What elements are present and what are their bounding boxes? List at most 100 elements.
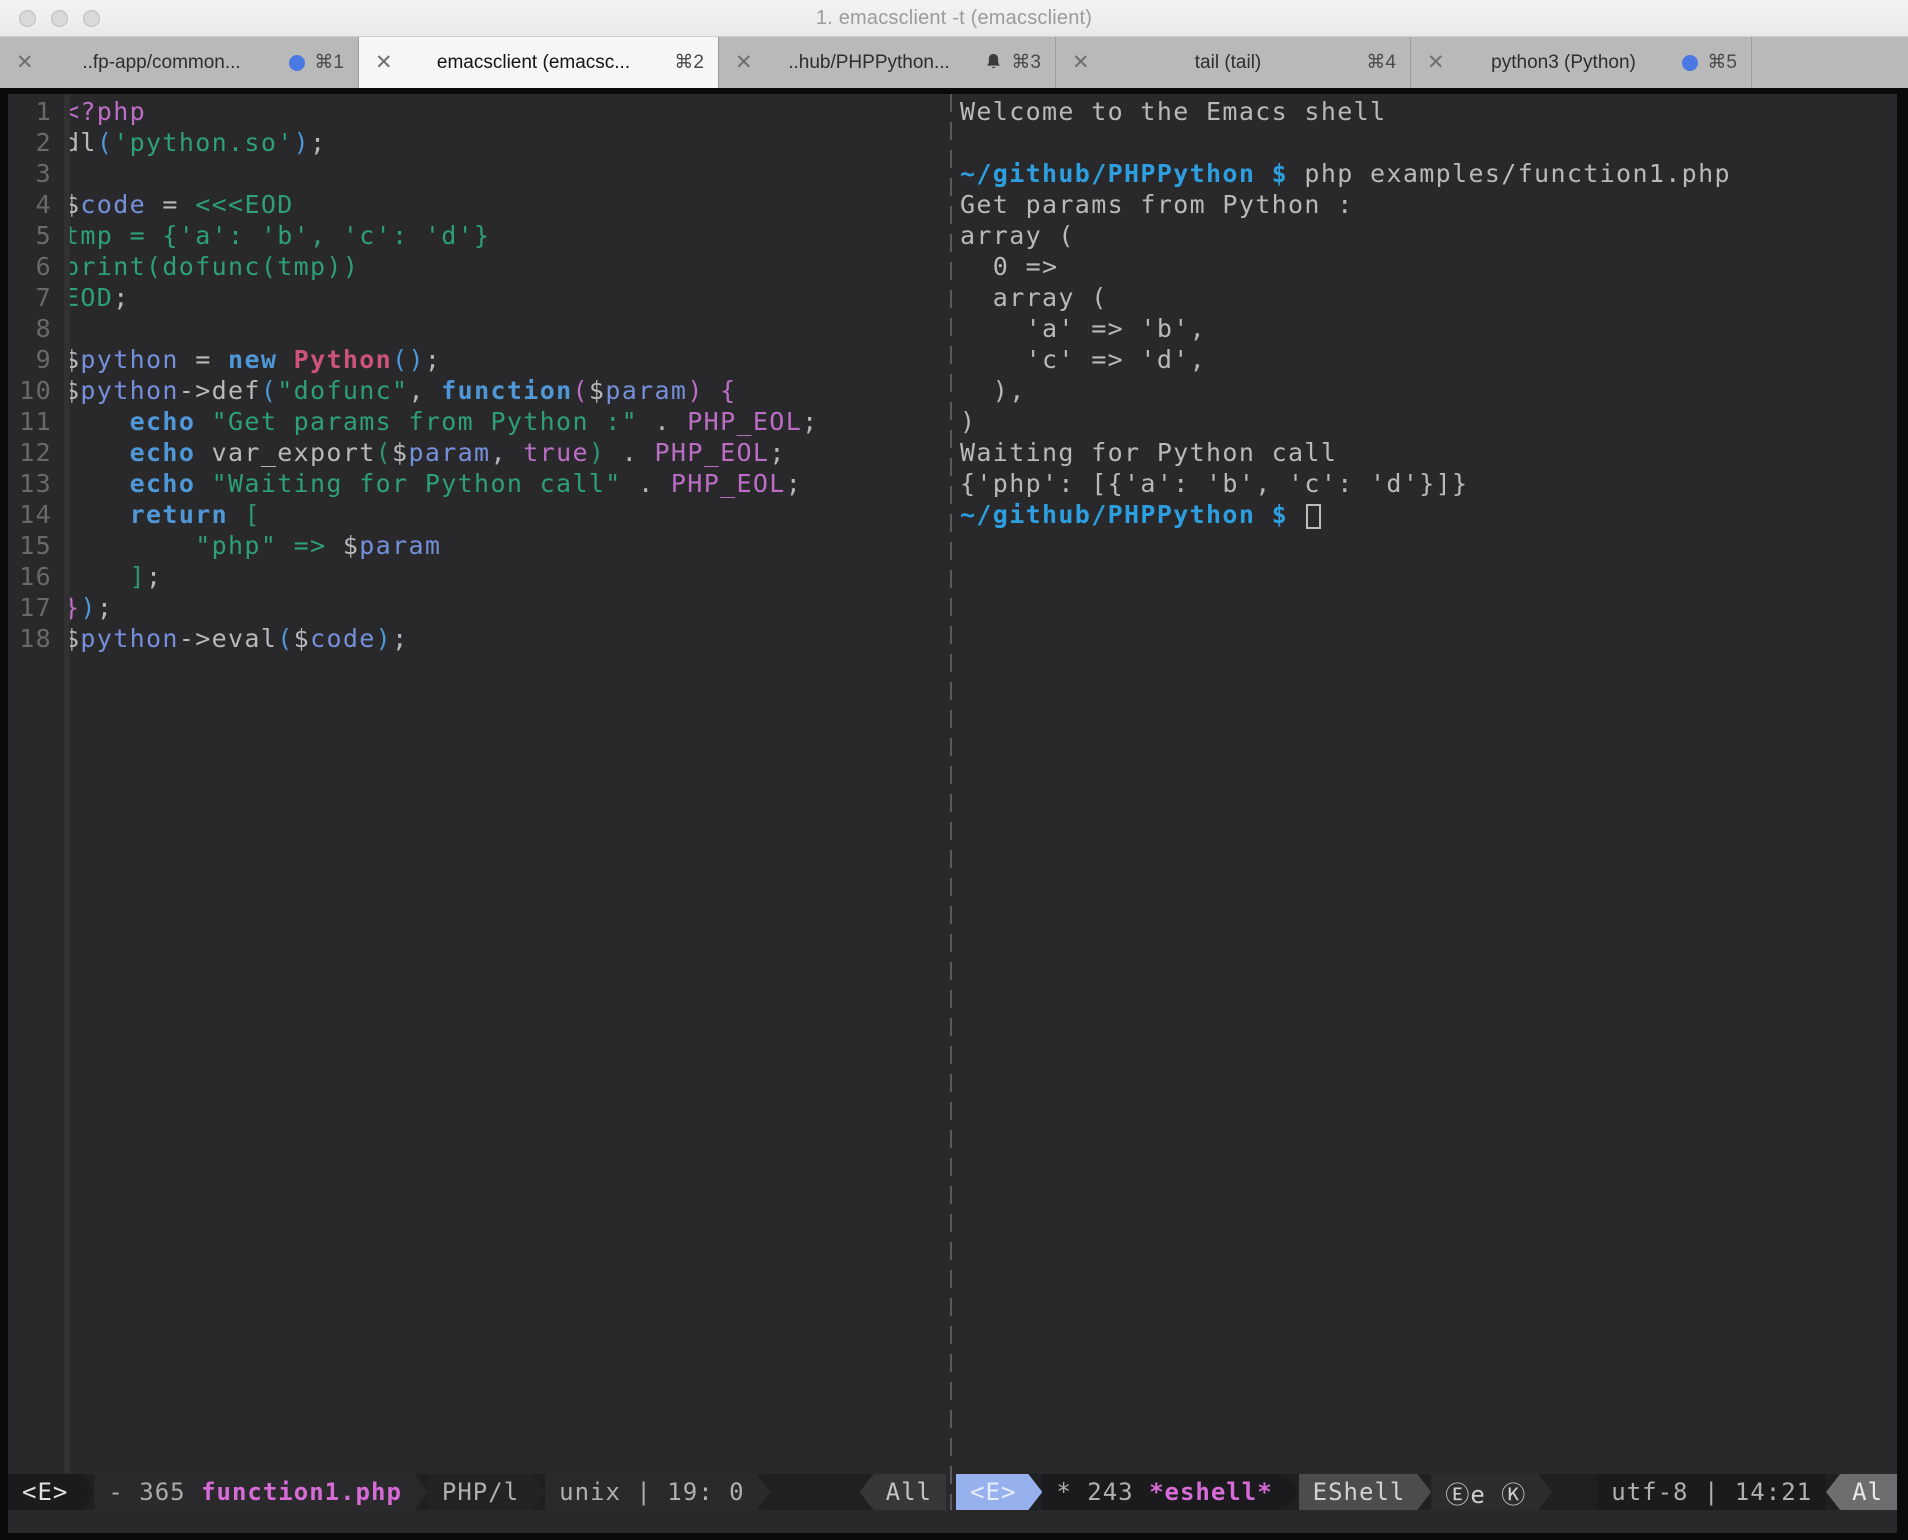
code-token: 0 =>	[960, 252, 1058, 281]
shell-line: ~/github/PHPPython $ php examples/functi…	[956, 158, 1897, 189]
terminal-right-padding	[1897, 94, 1908, 1510]
code-token	[64, 531, 195, 560]
line-number: 15	[8, 530, 64, 561]
titlebar: 1. emacsclient -t (emacsclient)	[0, 0, 1908, 37]
code-token: )	[376, 624, 392, 653]
code-token	[64, 562, 130, 591]
line-number: 9	[8, 344, 64, 375]
modeline-left: <E>- 365 function1.phpPHP/lunix | 19: 0A…	[8, 1474, 946, 1510]
code-token: ;	[769, 438, 785, 467]
code-token	[228, 500, 244, 529]
code-token: php examples/function1.php	[1288, 159, 1731, 188]
modeline-right-segment-0: <E>	[956, 1474, 1042, 1510]
window-divider[interactable]	[946, 94, 956, 1510]
code-text: echo "Get params from Python :" . PHP_EO…	[64, 406, 819, 437]
code-token: "Get params from Python :"	[212, 407, 638, 436]
modeline-left-segment-3: unix | 19: 0	[545, 1474, 770, 1510]
minibuffer[interactable]	[8, 1510, 1897, 1533]
modeline-left-spacer	[771, 1474, 860, 1510]
tab-close-icon[interactable]: ✕	[1072, 52, 1090, 73]
code-token: Welcome to the Emacs shell	[960, 97, 1386, 126]
code-token: 'a' => 'b',	[960, 314, 1206, 343]
modeline-text: <E>	[22, 1478, 68, 1506]
code-window[interactable]: 1<?php2dl('python.so');34$code = <<<EOD5…	[8, 94, 946, 1510]
text-cursor	[1306, 504, 1321, 529]
code-line: 6print(dofunc(tmp))	[8, 251, 946, 282]
code-token: "php"	[195, 531, 277, 560]
tab-label: emacsclient (emacsc...	[402, 52, 666, 74]
tab-label: ..hub/PHPPython...	[762, 52, 977, 74]
tab-label: tail (tail)	[1099, 52, 1358, 74]
code-token: ,	[490, 438, 523, 467]
code-token: true	[523, 438, 589, 467]
code-buffer[interactable]: 1<?php2dl('python.so');34$code = <<<EOD5…	[8, 94, 946, 1474]
eshell-window[interactable]: Welcome to the Emacs shell ~/github/PHPPy…	[956, 94, 1897, 1510]
modeline-right-segment-1: * 243 *eshell*	[1042, 1474, 1298, 1510]
modeline-left-segment-1: - 365 function1.php	[94, 1474, 428, 1510]
terminal-left-padding	[0, 94, 8, 1510]
eshell-buffer[interactable]: Welcome to the Emacs shell ~/github/PHPPy…	[956, 94, 1897, 1474]
code-token: (	[261, 376, 277, 405]
window-title: 1. emacsclient -t (emacsclient)	[0, 7, 1908, 30]
tab-shortcut: ⌘4	[1366, 51, 1396, 74]
tab-close-icon[interactable]: ✕	[735, 52, 753, 73]
shell-line	[956, 127, 1897, 158]
line-number: 10	[8, 375, 64, 406]
code-token	[64, 407, 130, 436]
code-token: )	[960, 407, 976, 436]
code-text: "php" => $param	[64, 530, 441, 561]
code-token: )	[687, 376, 703, 405]
code-line: 17});	[8, 592, 946, 623]
tab-close-icon[interactable]: ✕	[375, 52, 393, 73]
code-token: param	[359, 531, 441, 560]
tab-5[interactable]: ✕python3 (Python)⌘5	[1411, 37, 1752, 88]
modeline-text: EShell	[1313, 1478, 1406, 1506]
code-token: .	[638, 407, 687, 436]
code-token: Waiting for Python call	[960, 438, 1337, 467]
code-token: ]	[130, 562, 146, 591]
code-token: .	[622, 469, 671, 498]
code-token: "Waiting for Python call"	[212, 469, 622, 498]
modeline-text: All	[886, 1478, 932, 1506]
code-token: echo	[130, 469, 196, 498]
modeline-right-segment-2: EShell	[1299, 1474, 1432, 1510]
code-token: ~/github/PHPPython $	[960, 159, 1288, 188]
modeline-right-spacer	[1552, 1474, 1597, 1510]
line-number: 18	[8, 623, 64, 654]
code-token: ;	[146, 562, 162, 591]
code-token: )	[589, 438, 605, 467]
code-token: echo	[130, 407, 196, 436]
shell-line: ~/github/PHPPython $	[956, 499, 1897, 530]
code-token: )	[294, 128, 310, 157]
line-number: 1	[8, 96, 64, 127]
tab-label: python3 (Python)	[1454, 52, 1674, 74]
shell-line: array (	[956, 282, 1897, 313]
code-token: EOD	[64, 283, 113, 312]
code-token: PHP_EOL	[655, 438, 770, 467]
modeline-text: <E>	[970, 1478, 1016, 1506]
code-line: 13 echo "Waiting for Python call" . PHP_…	[8, 468, 946, 499]
code-token: ;	[310, 128, 326, 157]
code-token: function	[441, 376, 572, 405]
tab-1[interactable]: ✕..fp-app/common...⌘1	[0, 37, 359, 88]
shell-line: Waiting for Python call	[956, 437, 1897, 468]
tab-3[interactable]: ✕..hub/PHPPython...⌘3	[719, 37, 1056, 88]
code-line: 14 return [	[8, 499, 946, 530]
code-token	[195, 469, 211, 498]
code-token: (	[277, 624, 293, 653]
terminal-window: 1. emacsclient -t (emacsclient) ✕..fp-ap…	[0, 0, 1908, 1540]
code-token: Get params from Python :	[960, 190, 1354, 219]
code-line: 3	[8, 158, 946, 189]
tab-shortcut: ⌘1	[314, 51, 344, 74]
code-line: 4$code = <<<EOD	[8, 189, 946, 220]
tab-close-icon[interactable]: ✕	[1427, 52, 1445, 73]
code-token: "dofunc"	[277, 376, 408, 405]
code-line: 8	[8, 313, 946, 344]
shell-line: 'c' => 'd',	[956, 344, 1897, 375]
modeline-right-segment-5: utf-8 | 14:21	[1597, 1474, 1826, 1510]
tab-close-icon[interactable]: ✕	[16, 52, 34, 73]
code-token: {	[720, 376, 736, 405]
tab-4[interactable]: ✕ tail (tail) ⌘4	[1056, 37, 1411, 88]
tab-2[interactable]: ✕emacsclient (emacsc...⌘2	[359, 37, 719, 88]
code-token: ~/github/PHPPython $	[960, 500, 1288, 529]
